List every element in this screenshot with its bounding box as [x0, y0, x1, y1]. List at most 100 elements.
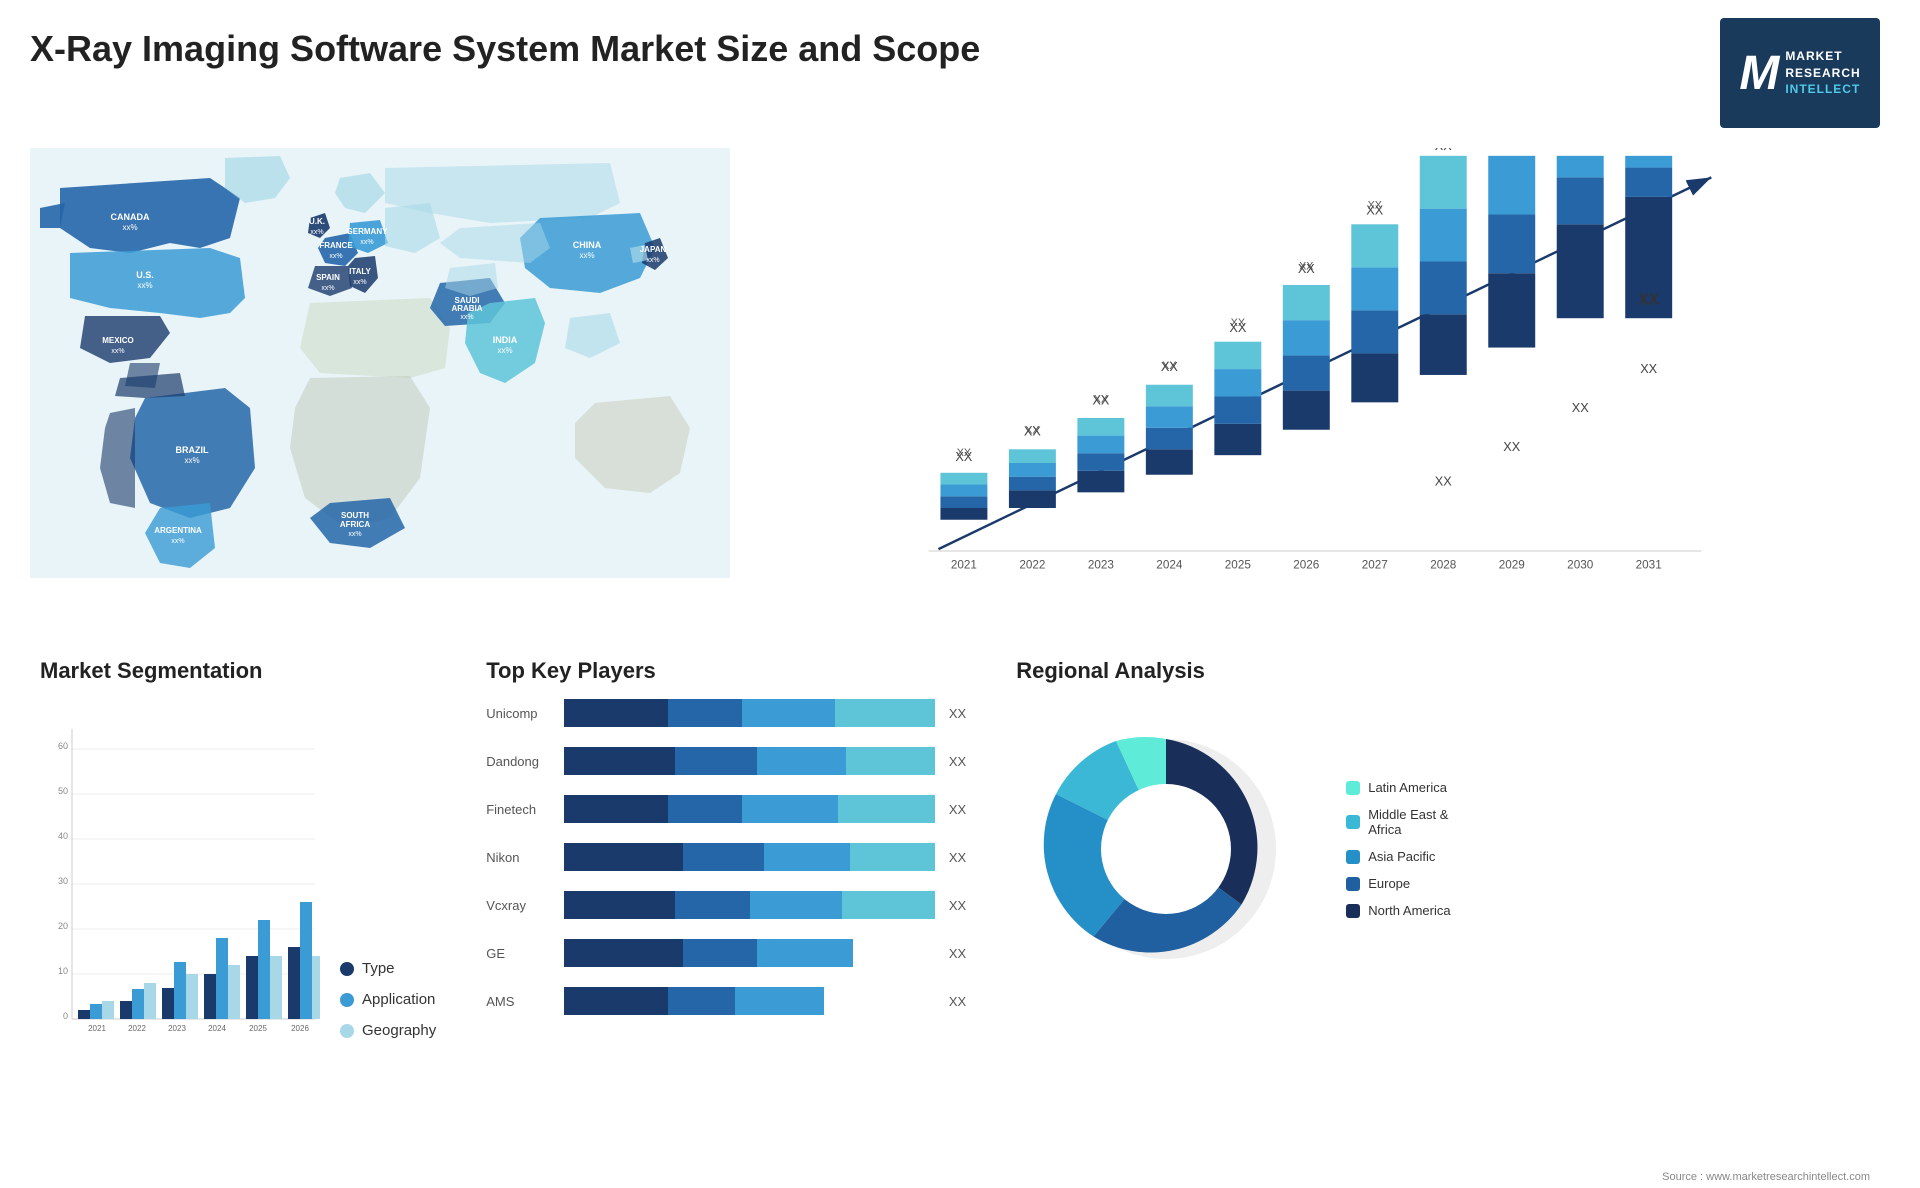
- svg-text:xx%: xx%: [122, 223, 137, 232]
- legend-application: Application: [340, 991, 436, 1008]
- svg-text:xx%: xx%: [360, 239, 373, 246]
- player-row-finetech: Finetech XX: [486, 795, 966, 823]
- svg-text:U.S.: U.S.: [136, 270, 154, 280]
- svg-text:ITALY: ITALY: [349, 267, 371, 276]
- player-name-dandong: Dandong: [486, 754, 556, 769]
- bar-seg1: [564, 795, 668, 823]
- svg-text:2030: 2030: [1567, 559, 1594, 572]
- legend-europe-dot: [1346, 877, 1360, 891]
- svg-text:xx%: xx%: [579, 251, 594, 260]
- logo-line-1: MARKET: [1785, 48, 1860, 65]
- legend-asia-dot: [1346, 850, 1360, 864]
- svg-text:2025: 2025: [1225, 559, 1252, 572]
- bar-seg3: [742, 795, 838, 823]
- bar-seg2: [683, 843, 765, 871]
- legend-application-dot: [340, 993, 354, 1007]
- legend-northamerica: North America: [1346, 903, 1450, 918]
- svg-text:xx%: xx%: [111, 348, 124, 355]
- player-name-unicomp: Unicomp: [486, 706, 556, 721]
- bar-seg3: [757, 939, 853, 967]
- bar-seg4: [846, 747, 935, 775]
- svg-text:XX: XX: [1229, 320, 1246, 335]
- bar-seg4: [835, 699, 935, 727]
- bar-seg3: [735, 987, 824, 1015]
- player-bars-ams: [564, 987, 935, 1015]
- bottom-section: Market Segmentation 0 10 20 30 40 50 60: [20, 638, 1900, 1188]
- page-title: X-Ray Imaging Software System Market Siz…: [30, 28, 980, 70]
- bar-seg2: [668, 987, 735, 1015]
- svg-text:xx%: xx%: [184, 456, 199, 465]
- svg-text:2024: 2024: [1156, 559, 1183, 572]
- player-row-ams: AMS XX: [486, 987, 966, 1015]
- svg-text:xx%: xx%: [137, 281, 152, 290]
- player-name-ams: AMS: [486, 994, 556, 1009]
- legend-latin-label: Latin America: [1368, 780, 1447, 795]
- player-row-nikon: Nikon XX: [486, 843, 966, 871]
- legend-mideast-dot: [1346, 815, 1360, 829]
- svg-text:xx%: xx%: [497, 346, 512, 355]
- logo-area: M MARKET RESEARCH INTELLECT: [1710, 18, 1890, 128]
- world-map-svg: CANADA xx% U.S. xx% MEXICO xx% BRAZIL xx…: [30, 148, 730, 578]
- svg-text:20: 20: [58, 921, 68, 931]
- player-name-vcxray: Vcxray: [486, 898, 556, 913]
- map-area: CANADA xx% U.S. xx% MEXICO xx% BRAZIL xx…: [20, 138, 740, 638]
- seg-chart-svg: 0 10 20 30 40 50 60: [40, 699, 320, 1039]
- svg-text:XX: XX: [1503, 439, 1520, 454]
- logo-box: M MARKET RESEARCH INTELLECT: [1720, 18, 1880, 128]
- svg-text:xx%: xx%: [321, 285, 334, 292]
- bar-chart-svg: XX 2021 XX 2022 XX 2023: [770, 148, 1870, 598]
- svg-text:FRANCE: FRANCE: [319, 241, 353, 250]
- svg-text:xx%: xx%: [171, 538, 184, 545]
- svg-text:xx%: xx%: [646, 257, 659, 264]
- svg-text:2023: 2023: [1088, 559, 1114, 572]
- player-name-finetech: Finetech: [486, 802, 556, 817]
- regional-area: Regional Analysis: [996, 648, 1900, 1188]
- svg-text:2021: 2021: [88, 1024, 106, 1033]
- bar-seg1: [564, 987, 668, 1015]
- donut-chart-svg: [1016, 699, 1316, 999]
- player-bars-unicomp: [564, 699, 935, 727]
- svg-text:xx%: xx%: [460, 314, 473, 321]
- svg-text:SPAIN: SPAIN: [316, 273, 340, 282]
- legend-latin: Latin America: [1346, 780, 1450, 795]
- legend-europe: Europe: [1346, 876, 1450, 891]
- segmentation-area: Market Segmentation 0 10 20 30 40 50 60: [20, 648, 456, 1188]
- player-row-unicomp: Unicomp XX: [486, 699, 966, 727]
- legend-europe-label: Europe: [1368, 876, 1410, 891]
- bar-seg4: [838, 795, 934, 823]
- bar-seg2: [668, 699, 742, 727]
- player-xx-dandong: XX: [949, 754, 966, 769]
- svg-text:2021: 2021: [951, 559, 977, 572]
- logo-line-2: RESEARCH: [1785, 65, 1860, 82]
- player-row-dandong: Dandong XX: [486, 747, 966, 775]
- svg-text:U.K.: U.K.: [309, 217, 325, 226]
- legend-asia: Asia Pacific: [1346, 849, 1450, 864]
- svg-text:0: 0: [63, 1011, 68, 1021]
- logo-line-3: INTELLECT: [1785, 81, 1860, 98]
- svg-text:2026: 2026: [1293, 559, 1319, 572]
- legend-application-label: Application: [362, 991, 435, 1008]
- bar-seg1: [564, 699, 668, 727]
- player-xx-vcxray: XX: [949, 898, 966, 913]
- donut-container: Latin America Middle East &Africa Asia P…: [1016, 699, 1880, 999]
- legend-type-dot: [340, 962, 354, 976]
- legend-northamerica-dot: [1346, 904, 1360, 918]
- svg-text:2029: 2029: [1499, 559, 1525, 572]
- svg-text:XX: XX: [1572, 400, 1589, 415]
- svg-text:BRAZIL: BRAZIL: [176, 445, 209, 455]
- player-bars-vcxray: [564, 891, 935, 919]
- svg-text:INDIA: INDIA: [493, 335, 518, 345]
- svg-text:CANADA: CANADA: [111, 212, 150, 222]
- bar-seg1: [564, 939, 683, 967]
- legend-type: Type: [340, 960, 436, 977]
- svg-text:XX: XX: [955, 449, 972, 464]
- svg-text:XX: XX: [1024, 424, 1041, 439]
- seg-legend: Type Application Geography: [320, 940, 436, 1039]
- svg-text:xx%: xx%: [348, 531, 361, 538]
- bar-seg3: [750, 891, 843, 919]
- bar-seg1: [564, 747, 675, 775]
- svg-text:2031: 2031: [1636, 559, 1662, 572]
- svg-text:2023: 2023: [168, 1024, 186, 1033]
- svg-text:40: 40: [58, 831, 68, 841]
- legend-geography-dot: [340, 1024, 354, 1038]
